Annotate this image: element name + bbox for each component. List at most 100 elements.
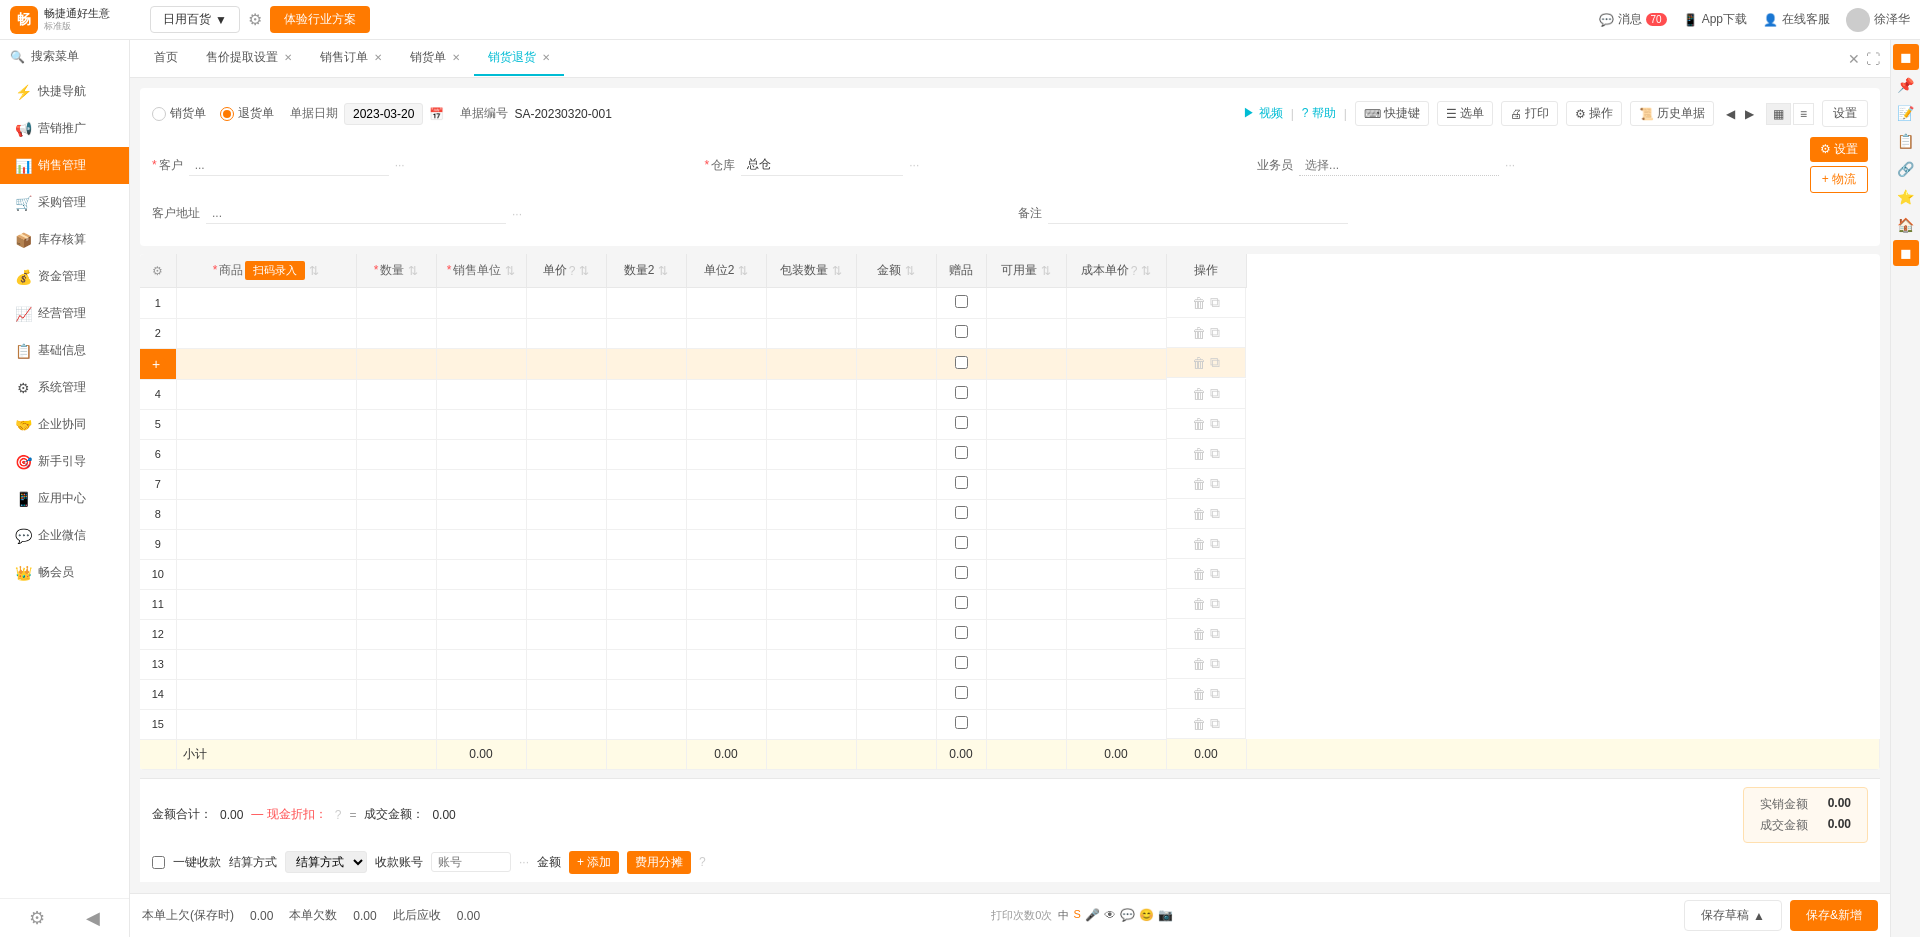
tab-sales-return[interactable]: 销货退货 ✕ (474, 41, 564, 76)
empty-cell[interactable] (766, 318, 856, 348)
empty-cell[interactable] (436, 679, 526, 709)
sidebar-item-finance[interactable]: 💰 资金管理 (0, 258, 129, 295)
grid-view-icon[interactable]: ▦ (1766, 103, 1791, 125)
empty-cell[interactable] (436, 439, 526, 469)
empty-cell[interactable] (356, 469, 436, 499)
product-input[interactable] (183, 357, 350, 371)
product-sort-icon[interactable]: ⇅ (309, 264, 319, 278)
empty-cell[interactable] (686, 348, 766, 379)
sidebar-item-system[interactable]: ⚙ 系统管理 (0, 369, 129, 406)
account-input[interactable] (431, 852, 511, 872)
empty-cell[interactable] (436, 469, 526, 499)
empty-cell[interactable] (356, 318, 436, 348)
gift-cell[interactable] (936, 318, 986, 348)
next-arrow-icon[interactable]: ▶ (1741, 105, 1758, 123)
empty-cell[interactable] (686, 529, 766, 559)
message-button[interactable]: 💬 消息 70 (1599, 11, 1667, 28)
list-view-icon[interactable]: ≡ (1793, 103, 1814, 125)
empty-cell[interactable] (526, 469, 606, 499)
logistics-button[interactable]: + 物流 (1810, 166, 1868, 193)
empty-cell[interactable] (856, 288, 936, 319)
right-icon-6[interactable]: ⭐ (1893, 184, 1919, 210)
empty-cell[interactable] (686, 559, 766, 589)
empty-cell[interactable] (856, 649, 936, 679)
empty-cell[interactable] (356, 619, 436, 649)
product-cell[interactable] (176, 649, 356, 679)
empty-cell[interactable] (856, 439, 936, 469)
gift-cell[interactable] (936, 679, 986, 709)
empty-cell[interactable] (356, 649, 436, 679)
product-cell[interactable] (176, 499, 356, 529)
empty-cell[interactable] (526, 499, 606, 529)
delete-row-icon[interactable]: 🗑 (1192, 626, 1206, 642)
empty-cell[interactable] (766, 649, 856, 679)
sidebar-item-wechat[interactable]: 💬 企业微信 (0, 517, 129, 554)
help-button[interactable]: ? 帮助 (1302, 105, 1336, 122)
empty-cell[interactable] (856, 318, 936, 348)
tab-sales-order[interactable]: 销售订单 ✕ (306, 41, 396, 76)
empty-cell[interactable] (856, 469, 936, 499)
shortcut-button[interactable]: ⌨ 快捷键 (1355, 101, 1429, 126)
gift-cell[interactable] (936, 619, 986, 649)
empty-cell[interactable] (606, 409, 686, 439)
empty-cell[interactable] (356, 348, 436, 379)
empty-cell[interactable] (436, 619, 526, 649)
delete-row-icon[interactable]: 🗑 (1192, 386, 1206, 402)
tab-close-icon[interactable]: ✕ (374, 52, 382, 63)
right-icon-5[interactable]: 🔗 (1893, 156, 1919, 182)
account-more-icon[interactable]: ··· (519, 855, 529, 869)
empty-cell[interactable] (606, 529, 686, 559)
warehouse-input[interactable] (741, 155, 903, 176)
empty-cell[interactable] (856, 709, 936, 739)
add-row-button[interactable]: + (146, 354, 166, 374)
gift-checkbox[interactable] (955, 295, 968, 308)
available-sort-icon[interactable]: ⇅ (1041, 264, 1051, 278)
right-icon-4[interactable]: 📋 (1893, 128, 1919, 154)
print-button[interactable]: 🖨 打印 (1501, 101, 1558, 126)
gift-cell[interactable] (936, 439, 986, 469)
empty-cell[interactable] (766, 529, 856, 559)
tab-close-icon[interactable]: ✕ (284, 52, 292, 63)
sidebar-settings-icon[interactable]: ⚙ (29, 907, 45, 929)
empty-cell[interactable] (686, 589, 766, 619)
empty-cell[interactable] (686, 619, 766, 649)
cost-help-icon[interactable]: ? (1131, 264, 1138, 278)
gift-checkbox[interactable] (955, 566, 968, 579)
video-button[interactable]: ▶ 视频 (1243, 105, 1282, 122)
empty-cell[interactable] (356, 709, 436, 739)
settings-button[interactable]: 设置 (1822, 100, 1868, 127)
empty-cell[interactable] (436, 649, 526, 679)
gift-cell[interactable] (936, 288, 986, 319)
app-download-button[interactable]: 📱 App下载 (1683, 11, 1747, 28)
empty-cell[interactable] (526, 529, 606, 559)
empty-cell[interactable] (356, 499, 436, 529)
scan-button[interactable]: 扫码录入 (245, 261, 305, 280)
empty-cell[interactable] (856, 619, 936, 649)
empty-cell[interactable] (606, 619, 686, 649)
radio-return[interactable]: 退货单 (220, 105, 274, 122)
copy-row-icon[interactable]: ⧉ (1210, 415, 1220, 432)
empty-cell[interactable] (606, 649, 686, 679)
qty2-sort-icon[interactable]: ⇅ (658, 264, 668, 278)
empty-cell[interactable] (686, 379, 766, 409)
copy-row-icon[interactable]: ⧉ (1210, 655, 1220, 672)
copy-row-icon[interactable]: ⧉ (1210, 354, 1220, 371)
product-cell[interactable] (176, 348, 356, 379)
warehouse-more-icon[interactable]: ··· (909, 158, 919, 172)
sidebar-item-basic-info[interactable]: 📋 基础信息 (0, 332, 129, 369)
empty-cell[interactable] (686, 288, 766, 319)
gift-cell[interactable] (936, 348, 986, 379)
one-click-pay-checkbox[interactable] (152, 856, 165, 869)
empty-cell[interactable] (856, 559, 936, 589)
empty-cell[interactable] (526, 318, 606, 348)
empty-cell[interactable] (526, 439, 606, 469)
sidebar-item-quick-nav[interactable]: ⚡ 快捷导航 (0, 73, 129, 110)
gift-checkbox[interactable] (955, 506, 968, 519)
empty-cell[interactable] (606, 709, 686, 739)
select-button[interactable]: ☰ 选单 (1437, 101, 1493, 126)
empty-cell[interactable] (766, 439, 856, 469)
product-cell[interactable] (176, 469, 356, 499)
gift-cell[interactable] (936, 709, 986, 739)
empty-cell[interactable] (606, 288, 686, 319)
empty-cell[interactable] (856, 499, 936, 529)
